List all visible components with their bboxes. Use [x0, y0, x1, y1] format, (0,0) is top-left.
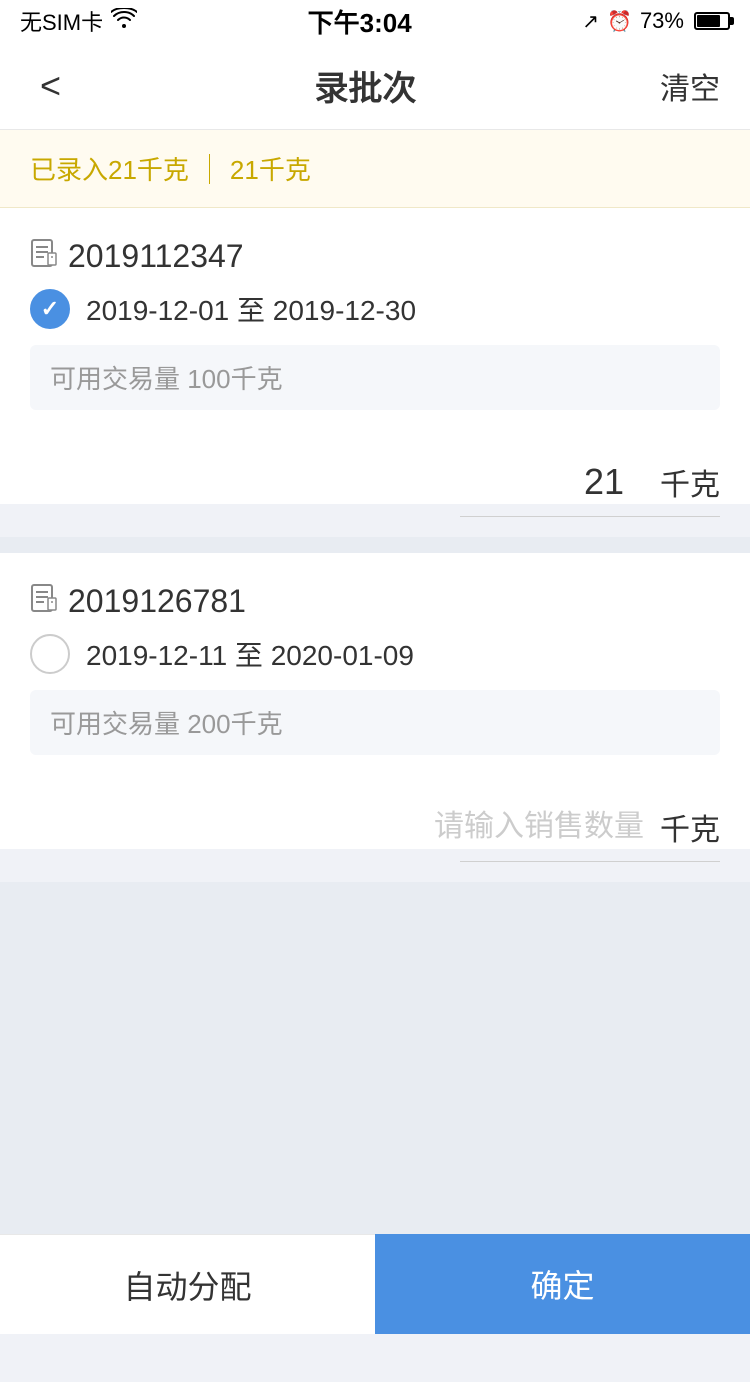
available-qty-box-2: 可用交易量 200千克: [30, 690, 720, 755]
available-qty-1: 可用交易量 100千克: [50, 364, 283, 394]
status-bar: 无SIM卡 下午3:04 ↗ ⏰ 73%: [0, 0, 750, 42]
amount-row-1: 21 千克: [0, 440, 750, 504]
section-divider: [0, 537, 750, 553]
input-unit-2: 千克: [660, 805, 720, 849]
summary-amount: 21千克: [230, 150, 311, 187]
summary-bar: 已录入21千克 21千克: [0, 130, 750, 208]
bottom-bar: 自动分配 确定: [0, 1234, 750, 1334]
batch-header-2: 2019126781: [30, 583, 720, 620]
radio-button-1[interactable]: [30, 289, 70, 329]
batch-date-2: 2019-12-11 至 2020-01-09: [86, 634, 414, 674]
batch-id-2: 2019126781: [68, 583, 246, 620]
summary-divider: [209, 154, 210, 184]
status-left: 无SIM卡: [20, 5, 137, 37]
batch-date-1: 2019-12-01 至 2019-12-30: [86, 289, 416, 329]
batch-doc-icon-2: [30, 584, 58, 620]
radio-button-2[interactable]: [30, 634, 70, 674]
batch-header-1: 2019112347: [30, 238, 720, 275]
available-qty-2: 可用交易量 200千克: [50, 709, 283, 739]
available-qty-box-1: 可用交易量 100千克: [30, 345, 720, 410]
batch-item-1: 2019112347 2019-12-01 至 2019-12-30 可用交易量…: [0, 208, 750, 440]
battery-percent: 73%: [640, 8, 684, 34]
status-time: 下午3:04: [308, 3, 412, 40]
alarm-icon: ⏰: [607, 9, 632, 34]
batch-id-1: 2019112347: [68, 238, 244, 275]
summary-entered-label: 已录入21千克: [30, 150, 189, 187]
batch-doc-icon-1: [30, 239, 58, 275]
status-right: ↗ ⏰ 73%: [582, 8, 730, 34]
amount-value-1: 21: [584, 461, 624, 503]
auto-distribute-button[interactable]: 自动分配: [0, 1234, 375, 1334]
batch-date-row-1[interactable]: 2019-12-01 至 2019-12-30: [30, 289, 720, 329]
carrier-text: 无SIM卡: [20, 5, 103, 37]
page-title: 录批次: [315, 61, 417, 110]
amount-unit-1: 千克: [660, 460, 720, 504]
clear-button[interactable]: 清空: [660, 64, 720, 108]
batch-item-2: 2019126781 2019-12-11 至 2020-01-09 可用交易量…: [0, 553, 750, 785]
battery-icon: [694, 12, 730, 30]
confirm-button[interactable]: 确定: [375, 1234, 750, 1334]
back-button[interactable]: <: [30, 55, 71, 117]
wifi-icon: [111, 8, 137, 34]
location-icon: ↗: [582, 9, 599, 34]
empty-area: [0, 882, 750, 1282]
nav-bar: < 录批次 清空: [0, 42, 750, 130]
batch-date-row-2[interactable]: 2019-12-11 至 2020-01-09: [30, 634, 720, 674]
input-row-2: 千克: [0, 785, 750, 849]
qty-input-2[interactable]: [30, 810, 644, 844]
